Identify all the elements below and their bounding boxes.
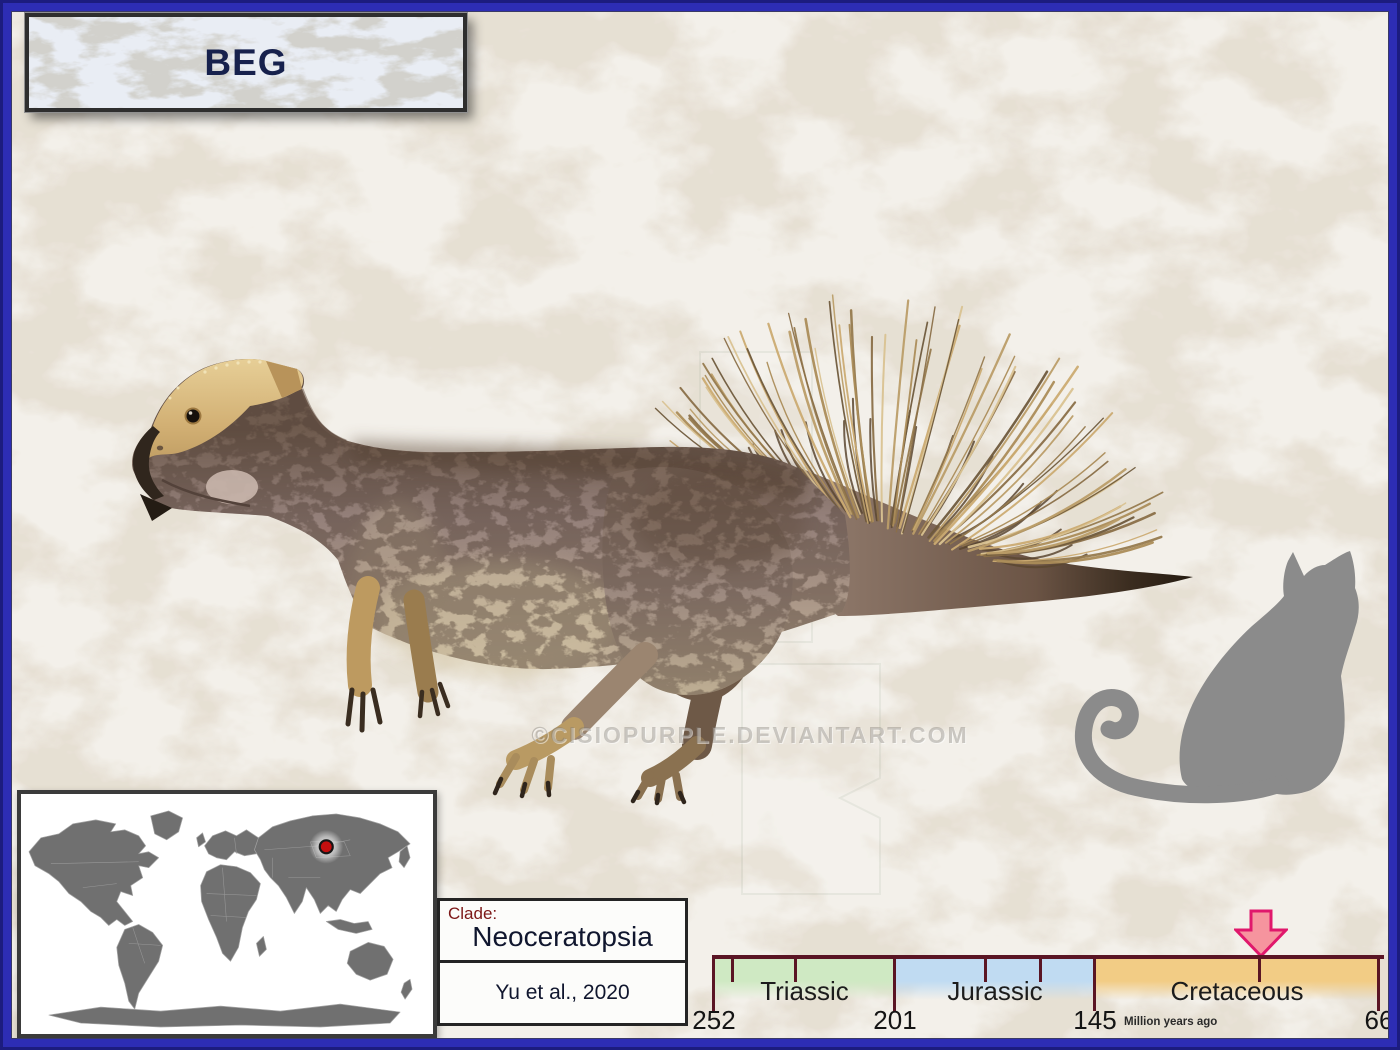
axis-unit-label: Million years ago xyxy=(1124,1016,1217,1028)
axis-label-252: 252 xyxy=(692,1005,735,1036)
title-box: BEG xyxy=(25,13,467,112)
citation-text: Yu et al., 2020 xyxy=(495,981,629,1005)
axis-label-201: 201 xyxy=(873,1005,916,1036)
clade-value: Neoceratopsia xyxy=(448,921,677,953)
page-title: BEG xyxy=(204,42,287,84)
location-marker xyxy=(309,830,343,864)
period-label-triassic: Triassic xyxy=(714,976,895,1004)
period-label-cretaceous: Cretaceous xyxy=(1095,976,1379,1004)
marker-dot xyxy=(320,840,333,853)
pointer-arrow-icon xyxy=(1234,909,1288,959)
geologic-timeline: Triassic Jurassic Cretaceous 252 201 145… xyxy=(703,905,1400,1045)
timeline-axis xyxy=(713,955,1384,959)
artist-watermark-text: ©CISIOPURPLE.DEVIANTART.COM xyxy=(520,722,980,749)
infographic-canvas: ©CISIOPURPLE.DEVIANTART.COM BEG xyxy=(0,0,1400,1050)
axis-label-66: 66 xyxy=(1365,1005,1394,1036)
citation-section: Yu et al., 2020 xyxy=(440,963,685,1023)
nostril xyxy=(157,446,163,451)
axis-label-145: 145 xyxy=(1073,1005,1116,1036)
locator-map xyxy=(17,790,437,1038)
eye xyxy=(187,410,200,423)
period-label-jurassic: Jurassic xyxy=(895,976,1095,1004)
clade-section: Clade: Neoceratopsia xyxy=(440,901,685,963)
clade-info-box: Clade: Neoceratopsia Yu et al., 2020 xyxy=(437,898,688,1026)
